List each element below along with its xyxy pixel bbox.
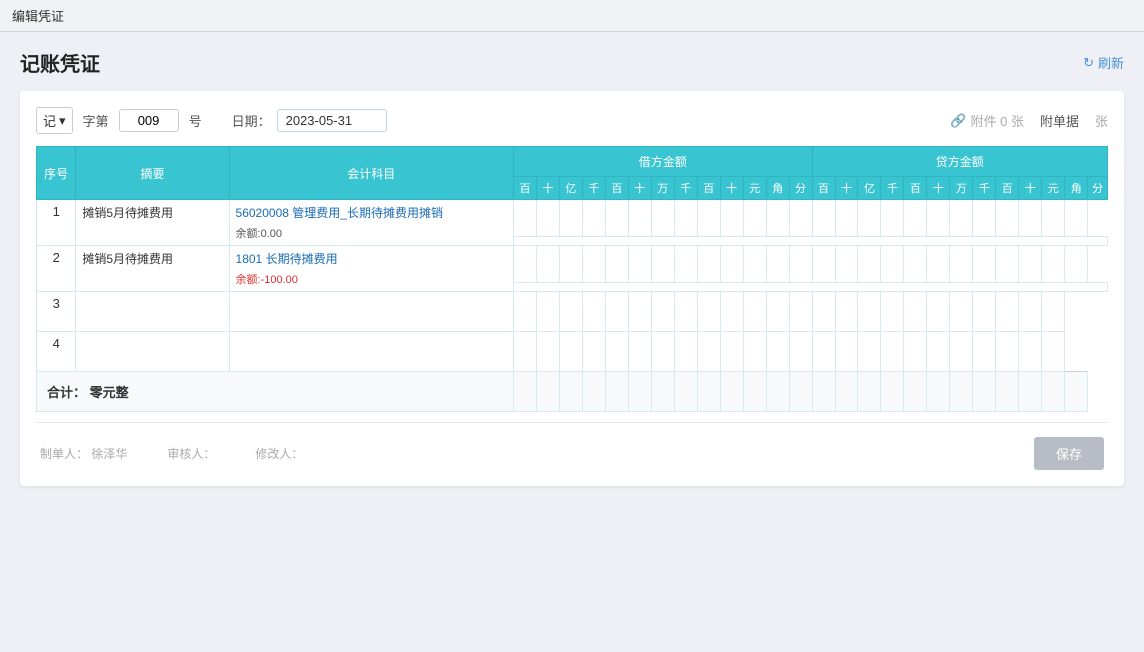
table-row: 4 xyxy=(37,332,1108,372)
title-bar-label: 编辑凭证 xyxy=(12,9,64,24)
credit-col-bai3: 百 xyxy=(996,177,1019,200)
credit-col-jiao1: 角 xyxy=(1065,177,1088,200)
row4-account[interactable] xyxy=(229,332,513,372)
title-bar: 编辑凭证 xyxy=(0,0,1144,32)
debit-col-shi2: 十 xyxy=(628,177,651,200)
debit-col-shi3: 十 xyxy=(720,177,743,200)
ji-field: 记 ▾ xyxy=(36,107,73,134)
voucher-number-input[interactable] xyxy=(119,109,179,132)
table-container: 序号 摘要 会计科目 借方金额 贷方金额 百 十 亿 千 百 十 万 xyxy=(36,146,1108,412)
attach-count-label: 张 xyxy=(1095,111,1108,130)
footer-row: 制单人： 徐泽华 审核人： 修改人： 保存 xyxy=(36,437,1108,470)
row1-account[interactable]: 56020008 管理费用_长期待摊费用摊销 余额:0.00 xyxy=(229,200,513,246)
voucher-card: 记 ▾ 字第 号 日期： 🔗 附件 0 张 附单据 张 xyxy=(20,91,1124,486)
right-controls: 🔗 附件 0 张 附单据 张 xyxy=(950,111,1108,130)
credit-col-wan1: 万 xyxy=(950,177,973,200)
row2-account[interactable]: 1801 长期待摊费用 余额:-100.00 xyxy=(229,246,513,292)
debit-col-fen1: 分 xyxy=(789,177,812,200)
credit-col-shi1: 十 xyxy=(835,177,858,200)
credit-col-bai2: 百 xyxy=(904,177,927,200)
form-row: 记 ▾ 字第 号 日期： 🔗 附件 0 张 附单据 张 xyxy=(36,107,1108,134)
row1-seq: 1 xyxy=(37,200,76,246)
maker-label: 制单人： 徐泽华 xyxy=(40,445,127,462)
page-title: 记账凭证 xyxy=(20,48,100,77)
row3-seq: 3 xyxy=(37,292,76,332)
attach-label: 附件 0 张 xyxy=(971,111,1024,130)
total-row: 合计： 零元整 xyxy=(37,372,1108,412)
debit-col-yuan1: 元 xyxy=(743,177,766,200)
table-header-row: 序号 摘要 会计科目 借方金额 贷方金额 xyxy=(37,147,1108,177)
ji-select[interactable]: 记 ▾ xyxy=(36,107,73,134)
row2-balance: 余额:-100.00 xyxy=(236,271,507,287)
debit-col-wan1: 万 xyxy=(651,177,674,200)
reviewer-label: 审核人： xyxy=(167,445,215,462)
credit-col-shi3: 十 xyxy=(1019,177,1042,200)
voucher-table: 序号 摘要 会计科目 借方金额 贷方金额 百 十 亿 千 百 十 万 xyxy=(36,146,1108,412)
debit-col-bai1: 百 xyxy=(513,177,536,200)
row2-abstract[interactable]: 摊销5月待摊费用 xyxy=(76,246,229,292)
editor-label: 修改人： xyxy=(255,445,303,462)
date-field: 日期： xyxy=(232,109,387,132)
save-button[interactable]: 保存 xyxy=(1034,437,1104,470)
attach-doc-label: 附单据 xyxy=(1040,114,1079,129)
page-header: 记账凭证 ↻ 刷新 xyxy=(20,48,1124,77)
debit-col-bai3: 百 xyxy=(697,177,720,200)
main-area: 记账凭证 ↻ 刷新 记 ▾ 字第 号 日期： 🔗 xyxy=(0,32,1144,652)
row1-abstract[interactable]: 摊销5月待摊费用 xyxy=(76,200,229,246)
refresh-icon: ↻ xyxy=(1083,55,1094,71)
debit-col-yi1: 亿 xyxy=(559,177,582,200)
credit-col-qian1: 千 xyxy=(881,177,904,200)
debit-col-qian1: 千 xyxy=(582,177,605,200)
row3-account[interactable] xyxy=(229,292,513,332)
attach-doc-button[interactable]: 附单据 xyxy=(1040,111,1079,130)
row2-seq: 2 xyxy=(37,246,76,292)
header-abstract: 摘要 xyxy=(76,147,229,200)
debit-col-jiao1: 角 xyxy=(766,177,789,200)
row4-seq: 4 xyxy=(37,332,76,372)
header-debit: 借方金额 xyxy=(513,147,812,177)
debit-col-shi1: 十 xyxy=(536,177,559,200)
row1-balance: 余额:0.00 xyxy=(236,225,507,241)
date-label: 日期： xyxy=(232,111,271,130)
footer-divider xyxy=(36,422,1108,423)
table-row: 1 摊销5月待摊费用 56020008 管理费用_长期待摊费用摊销 余额:0.0… xyxy=(37,200,1108,237)
row4-abstract[interactable] xyxy=(76,332,229,372)
credit-col-fen1: 分 xyxy=(1088,177,1108,200)
refresh-label: 刷新 xyxy=(1098,53,1124,72)
credit-col-shi2: 十 xyxy=(927,177,950,200)
header-credit: 贷方金额 xyxy=(812,147,1107,177)
header-account: 会计科目 xyxy=(229,147,513,200)
attach-link: 🔗 附件 0 张 xyxy=(950,111,1024,130)
date-input[interactable] xyxy=(277,109,387,132)
row3-abstract[interactable] xyxy=(76,292,229,332)
header-seq: 序号 xyxy=(37,147,76,200)
zi-label: 字第 xyxy=(83,111,109,130)
refresh-button[interactable]: ↻ 刷新 xyxy=(1083,53,1124,72)
hao-label: 号 xyxy=(189,111,202,130)
paperclip-icon: 🔗 xyxy=(950,113,966,129)
ji-value: 记 xyxy=(43,111,56,130)
table-row: 3 xyxy=(37,292,1108,332)
debit-col-bai2: 百 xyxy=(605,177,628,200)
credit-col-qian2: 千 xyxy=(973,177,996,200)
credit-col-yuan1: 元 xyxy=(1042,177,1065,200)
table-row: 2 摊销5月待摊费用 1801 长期待摊费用 余额:-100.00 xyxy=(37,246,1108,283)
dropdown-icon: ▾ xyxy=(59,113,66,129)
credit-col-bai1: 百 xyxy=(812,177,835,200)
debit-col-qian2: 千 xyxy=(674,177,697,200)
credit-col-yi1: 亿 xyxy=(858,177,881,200)
total-label: 合计： 零元整 xyxy=(37,372,514,412)
